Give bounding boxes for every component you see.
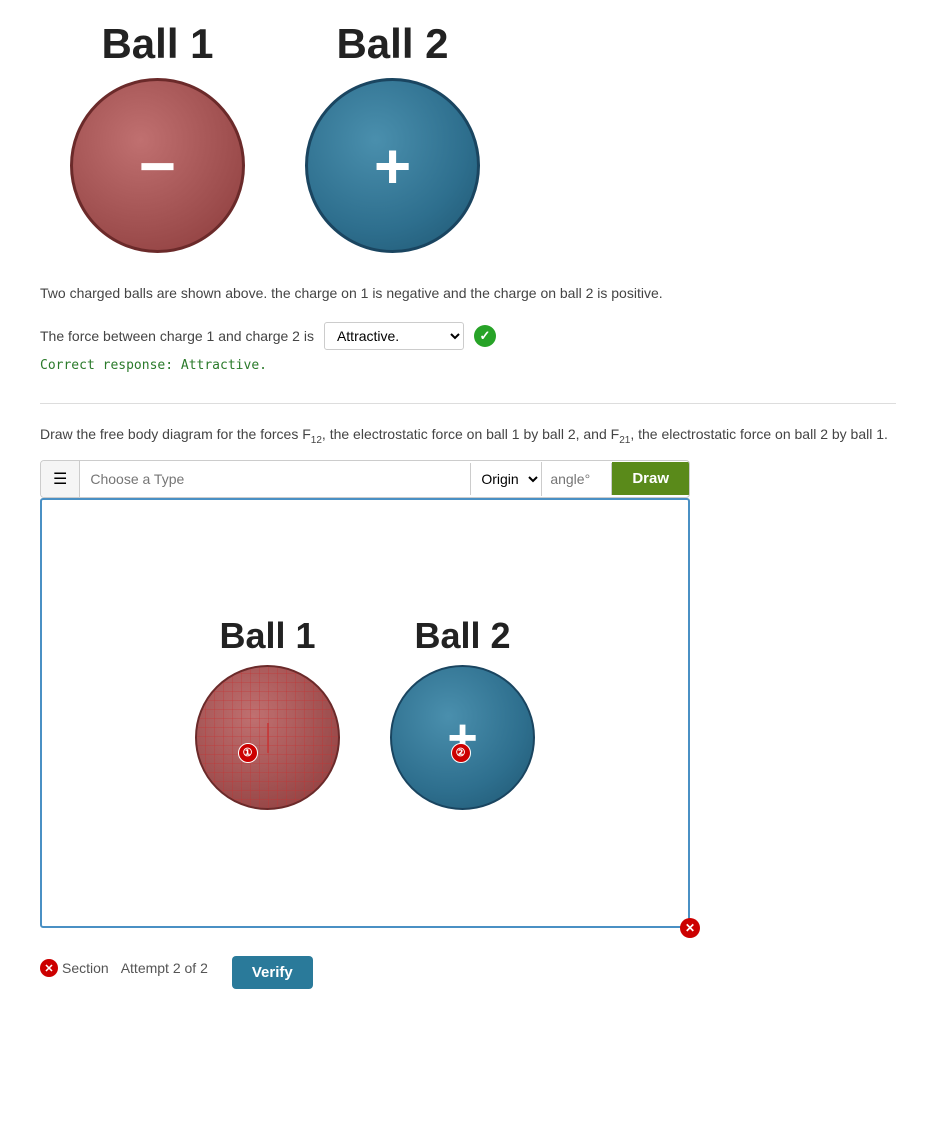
ball2-visual: + [305, 78, 480, 253]
verify-button[interactable]: Verify [232, 956, 313, 989]
section-divider [40, 403, 896, 404]
description-text: Two charged balls are shown above. the c… [40, 283, 896, 304]
section-label-text: Section [62, 960, 109, 976]
draw-toolbar: ☰ Origin Draw [40, 460, 690, 498]
canvas-ball1-title: Ball 1 [219, 615, 315, 657]
force-label: The force between charge 1 and charge 2 … [40, 328, 314, 344]
correct-check-icon: ✓ [474, 325, 496, 347]
correct-response-text: Correct response: Attractive. [40, 358, 896, 373]
ball1-badge: ① [238, 743, 258, 763]
ball2-title: Ball 2 [336, 20, 448, 68]
canvas-ball1-visual: ① [195, 665, 340, 810]
ball2-container: Ball 2 + [305, 20, 480, 253]
canvas-balls: Ball 1 ① Ball 2 + ② [175, 595, 555, 830]
section-label-group: ✕ Section [40, 959, 109, 977]
canvas-ball1-container: Ball 1 ① [195, 615, 340, 810]
ball1-container: Ball 1 − [70, 20, 245, 253]
section-error-icon: ✕ [40, 959, 58, 977]
top-balls-section: Ball 1 − Ball 2 + [40, 20, 896, 253]
ball1-title: Ball 1 [101, 20, 213, 68]
canvas-ball2-visual: + ② [390, 665, 535, 810]
origin-select[interactable]: Origin [471, 462, 542, 496]
canvas-ball2-container: Ball 2 + ② [390, 615, 535, 810]
angle-input[interactable] [542, 463, 612, 495]
force-question-row: The force between charge 1 and charge 2 … [40, 322, 896, 350]
ball2-symbol: + [374, 129, 411, 203]
attempt-text: Attempt 2 of 2 [121, 960, 208, 976]
fbd-canvas[interactable]: Ball 1 ① Ball 2 + ② [40, 498, 690, 928]
ball1-visual: − [70, 78, 245, 253]
fbd-instruction: Draw the free body diagram for the force… [40, 424, 896, 448]
canvas-error-icon: ✕ [680, 918, 700, 938]
draw-button[interactable]: Draw [612, 462, 689, 495]
canvas-wrapper: Ball 1 ① Ball 2 + ② ✕ [40, 498, 690, 928]
canvas-ball2-title: Ball 2 [414, 615, 510, 657]
toolbar-menu-button[interactable]: ☰ [41, 461, 80, 497]
hamburger-icon: ☰ [53, 469, 67, 489]
force-type-select[interactable]: Attractive. Repulsive. [324, 322, 464, 350]
bottom-section: ✕ Section Attempt 2 of 2 Verify [40, 948, 896, 989]
ball1-symbol: − [139, 129, 176, 203]
type-input[interactable] [80, 463, 471, 495]
ball2-badge: ② [451, 743, 471, 763]
